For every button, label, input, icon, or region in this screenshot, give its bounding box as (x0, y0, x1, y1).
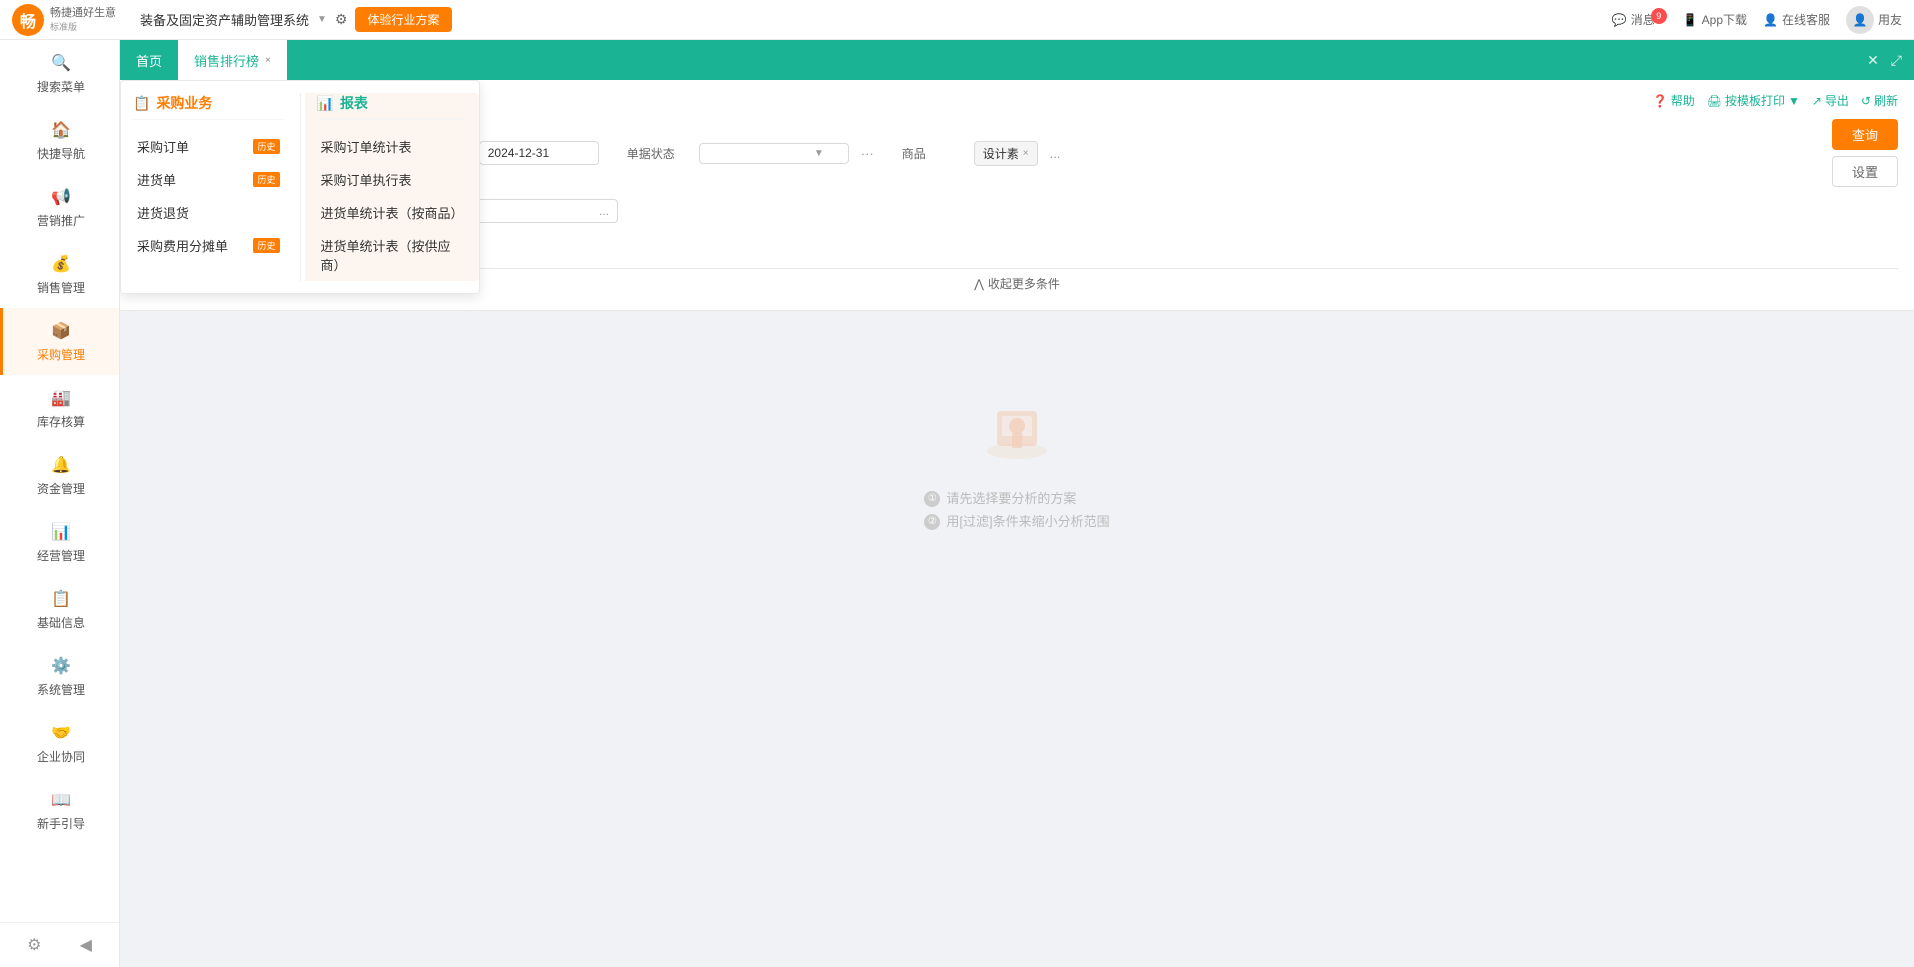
system-title: 装备及固定资产辅助管理系统 (140, 10, 309, 29)
inventory-icon: 🏭 (50, 387, 72, 409)
logo-badge: 标准版 (50, 20, 116, 33)
sidebar-item-basic[interactable]: 📋 基础信息 (0, 576, 119, 643)
top-header: 畅 畅捷通好生意 标准版 装备及固定资产辅助管理系统 ▼ ⚙ 体验行业方案 💬 … (0, 0, 1914, 40)
service-icon: 👤 (1763, 13, 1778, 27)
tab-close-btn[interactable]: ✕ (1863, 48, 1883, 73)
menu-item-purchase-return[interactable]: 进货退货 (133, 196, 284, 229)
mobile-icon: 📱 (1683, 13, 1698, 27)
online-service-action[interactable]: 👤 在线客服 (1763, 11, 1830, 28)
header-center: 装备及固定资产辅助管理系统 ▼ ⚙ 体验行业方案 (140, 7, 1604, 32)
marketing-icon: 📢 (50, 186, 72, 208)
tab-expand-btn[interactable]: ⤢ (1887, 48, 1906, 73)
sidebar-item-quick[interactable]: 🏠 快捷导航 (0, 107, 119, 174)
logo-icon: 畅 (12, 4, 44, 36)
logo-area: 畅 畅捷通好生意 标准版 (12, 4, 132, 36)
search-icon: 🔍 (50, 52, 72, 74)
tab-sales-rank[interactable]: 销售排行榜 × (178, 40, 287, 80)
sidebar-item-purchase[interactable]: 📦 采购管理 (0, 308, 119, 375)
sidebar-settings-icon[interactable]: ⚙ (23, 931, 45, 959)
sidebar-bottom: ⚙ ◀ (0, 922, 119, 967)
report-col: 📊 报表 采购订单统计表 采购订单执行表 进货单统计表（按商品） 进货单统计表（… (305, 93, 480, 281)
sidebar-item-system[interactable]: ⚙️ 系统管理 (0, 643, 119, 710)
menu-item-purchase-inbound[interactable]: 进货单 历史 (133, 163, 284, 196)
system-settings-icon[interactable]: ⚙ (335, 11, 348, 28)
history-badge-1: 历史 (253, 172, 279, 187)
history-badge-3: 历史 (253, 238, 279, 253)
sidebar-item-inventory[interactable]: 🏭 库存核算 (0, 375, 119, 442)
basic-icon: 📋 (50, 588, 72, 610)
sidebar-item-enterprise[interactable]: 🤝 企业协同 (0, 710, 119, 777)
message-action[interactable]: 💬 消息 9 (1612, 11, 1667, 28)
page-content: 📋 采购业务 采购订单 历史 进货单 历史 进货退货 (120, 80, 1914, 967)
purchase-icon: 📦 (50, 320, 72, 342)
purchase-col: 📋 采购业务 采购订单 历史 进货单 历史 进货退货 (121, 93, 296, 281)
sidebar-item-operations[interactable]: 📊 经营管理 (0, 509, 119, 576)
report-col-title: 📊 报表 (317, 93, 468, 120)
menu-item-purchase-order[interactable]: 采购订单 历史 (133, 130, 284, 163)
logo-text: 畅捷通好生意 (50, 6, 116, 20)
menu-item-po-stats[interactable]: 采购订单统计表 (317, 130, 468, 163)
system-dropdown-arrow[interactable]: ▼ (317, 14, 327, 25)
header-right: 💬 消息 9 📱 App下载 👤 在线客服 👤 用友 (1612, 6, 1902, 34)
tab-home[interactable]: 首页 (120, 40, 178, 80)
sidebar: 🔍 搜索菜单 🏠 快捷导航 📢 营销推广 💰 销售管理 📦 采购管理 🏭 库存核… (0, 40, 120, 967)
purchase-dropdown-menu: 📋 采购业务 采购订单 历史 进货单 历史 进货退货 (120, 80, 480, 294)
user-avatar: 👤 (1846, 6, 1874, 34)
purchase-col-icon: 📋 (133, 95, 150, 112)
message-icon: 💬 (1612, 13, 1627, 27)
sidebar-item-search[interactable]: 🔍 搜索菜单 (0, 40, 119, 107)
content-area: 首页 销售排行榜 × ✕ ⤢ 📋 采购业务 (120, 40, 1914, 967)
tab-bar: 首页 销售排行榜 × ✕ ⤢ (120, 40, 1914, 80)
sidebar-item-sales[interactable]: 💰 销售管理 (0, 241, 119, 308)
purchase-col-title: 📋 采购业务 (133, 93, 284, 120)
menu-item-purchase-expense[interactable]: 采购费用分摊单 历史 (133, 229, 284, 262)
industry-btn[interactable]: 体验行业方案 (355, 7, 451, 32)
home-icon: 🏠 (50, 119, 72, 141)
tab-close-icon[interactable]: × (265, 55, 271, 66)
operations-icon: 📊 (50, 521, 72, 543)
system-icon: ⚙️ (50, 655, 72, 677)
guide-icon: 📖 (50, 789, 72, 811)
sidebar-item-marketing[interactable]: 📢 营销推广 (0, 174, 119, 241)
enterprise-icon: 🤝 (50, 722, 72, 744)
history-badge-0: 历史 (253, 139, 279, 154)
finance-icon: 🔔 (50, 454, 72, 476)
menu-item-inbound-by-goods[interactable]: 进货单统计表（按商品） (317, 196, 468, 229)
sales-icon: 💰 (50, 253, 72, 275)
report-col-icon: 📊 (317, 95, 334, 112)
sidebar-item-finance[interactable]: 🔔 资金管理 (0, 442, 119, 509)
tab-bar-right: ✕ ⤢ (1863, 48, 1914, 73)
notification-badge: 9 (1651, 8, 1667, 24)
main-layout: 🔍 搜索菜单 🏠 快捷导航 📢 营销推广 💰 销售管理 📦 采购管理 🏭 库存核… (0, 40, 1914, 967)
menu-item-po-exec[interactable]: 采购订单执行表 (317, 163, 468, 196)
user-action[interactable]: 👤 用友 (1846, 6, 1902, 34)
app-download-action[interactable]: 📱 App下载 (1683, 11, 1747, 28)
sidebar-collapse-icon[interactable]: ◀ (76, 931, 96, 959)
menu-item-inbound-by-supplier[interactable]: 进货单统计表（按供应商） (317, 229, 468, 281)
menu-divider (300, 93, 301, 281)
sidebar-item-guide[interactable]: 📖 新手引导 (0, 777, 119, 844)
